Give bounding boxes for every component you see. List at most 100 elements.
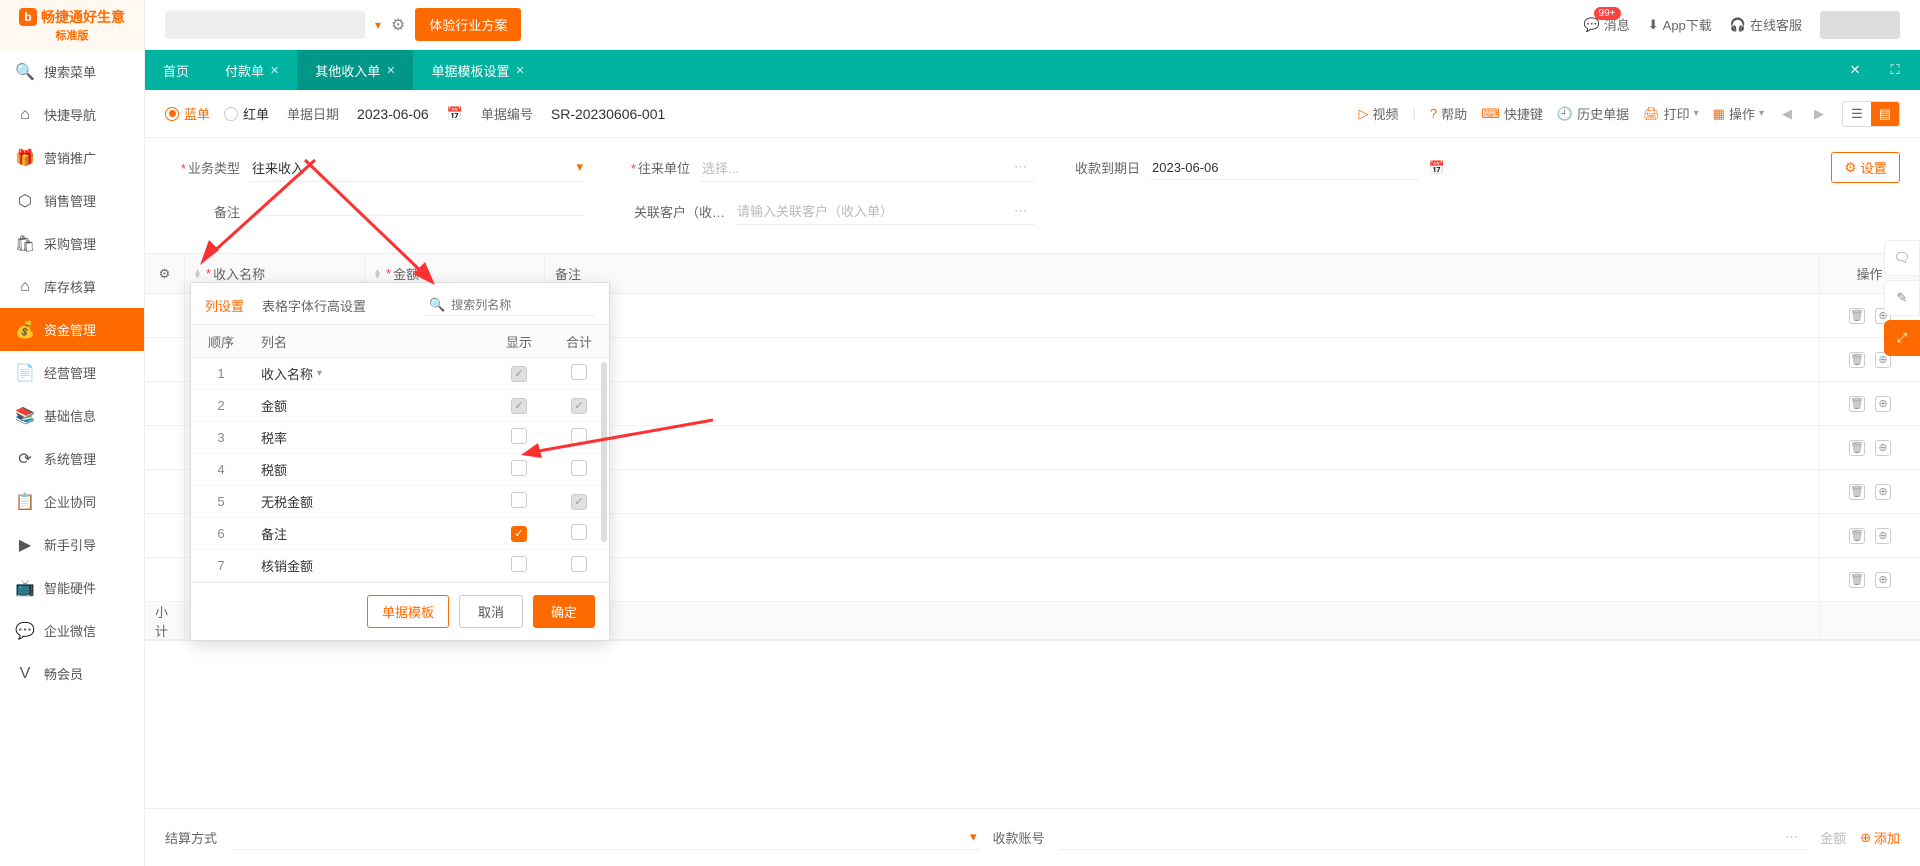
account-select[interactable]: ⋯ [1059,825,1807,850]
copy-icon[interactable]: ⊕ [1875,572,1891,588]
user-avatar[interactable] [1820,11,1900,39]
gear-icon[interactable]: ⚙ [391,15,405,35]
delete-icon[interactable]: 🗑 [1849,440,1865,456]
edit-tool-icon[interactable]: ✎ [1884,280,1920,316]
expand-tool-icon[interactable]: ⤢ [1884,320,1920,356]
biz-type-select[interactable]: 往来收入 ▾ [250,154,585,182]
checkbox[interactable] [511,460,527,476]
sidebar-item[interactable]: ⟳系统管理 [0,437,144,480]
col-tab-columns[interactable]: 列设置 [205,296,244,315]
checkbox[interactable] [511,526,527,542]
related-customer-input[interactable]: 请输入关联客户（收入单） ⋯ [735,197,1035,225]
tab[interactable]: 其他收入单✕ [297,50,413,90]
checkbox[interactable] [511,366,527,382]
close-icon[interactable]: ✕ [270,64,279,77]
cancel-button[interactable]: 取消 [459,595,523,628]
video-button[interactable]: ▷视频 [1358,104,1398,123]
calendar-icon[interactable]: 📅 [1429,160,1445,176]
due-date-input[interactable]: 2023-06-06 [1150,156,1419,180]
next-arrow-icon[interactable]: ▶ [1810,106,1828,122]
more-icon[interactable]: ⋯ [1008,203,1033,219]
template-button[interactable]: 单据模板 [367,595,449,628]
sidebar-item[interactable]: 🔍搜索菜单 [0,50,144,93]
scrollbar[interactable] [601,362,607,542]
delete-icon[interactable]: 🗑 [1849,308,1865,324]
operate-button[interactable]: ▦操作▾ [1713,104,1764,123]
col-tab-font[interactable]: 表格字体行高设置 [262,296,366,315]
checkbox[interactable] [571,460,587,476]
counterparty-select[interactable]: 选择... ⋯ [700,154,1035,182]
experience-button[interactable]: 体验行业方案 [415,8,521,41]
shortcut-button[interactable]: ⌨快捷键 [1481,104,1543,123]
online-service-button[interactable]: 🎧 在线客服 [1730,15,1802,34]
messages-button[interactable]: 💬 消息 99+ [1584,15,1630,34]
column-settings-button[interactable]: ⚙ [145,254,185,293]
close-tab-button[interactable]: ✕ [1840,55,1870,85]
add-button[interactable]: ⊕添加 [1860,828,1900,847]
print-button[interactable]: 🖨打印▾ [1643,104,1699,123]
history-button[interactable]: 🕘历史单据 [1557,104,1629,123]
fullscreen-icon[interactable]: ⛶ [1880,55,1910,85]
column-header-note[interactable]: 备注 [545,254,1820,293]
prev-arrow-icon[interactable]: ◀ [1778,106,1796,122]
close-icon[interactable]: ✕ [516,64,525,77]
tab[interactable]: 单据模板设置✕ [413,50,542,90]
note-tool-icon[interactable]: 🗨 [1884,240,1920,276]
col-setting-row: 5无税金额 [191,486,609,518]
delete-icon[interactable]: 🗑 [1849,396,1865,412]
more-icon[interactable]: ⋯ [1779,829,1804,845]
delete-icon[interactable]: 🗑 [1849,528,1865,544]
checkbox[interactable] [571,556,587,572]
radio-red[interactable]: 红单 [224,104,269,123]
note-input[interactable] [250,207,585,216]
sidebar-item[interactable]: ⬡销售管理 [0,179,144,222]
col-search-input[interactable]: 🔍 [425,295,595,316]
sidebar-item[interactable]: 🛍采购管理 [0,222,144,265]
sidebar-item[interactable]: 📋企业协同 [0,480,144,523]
checkbox[interactable] [571,428,587,444]
view-list-icon[interactable]: ☰ [1843,102,1871,126]
download-icon: ⬇ [1648,17,1659,33]
checkbox[interactable] [571,398,587,414]
sidebar-item[interactable]: ▶新手引导 [0,523,144,566]
org-selector[interactable] [165,11,365,39]
copy-icon[interactable]: ⊕ [1875,440,1891,456]
checkbox[interactable] [571,494,587,510]
copy-icon[interactable]: ⊕ [1875,396,1891,412]
chevron-down-icon[interactable]: ▾ [375,18,381,32]
sidebar-item[interactable]: 📄经营管理 [0,351,144,394]
delete-icon[interactable]: 🗑 [1849,572,1865,588]
close-icon[interactable]: ✕ [386,64,395,77]
calendar-icon[interactable]: 📅 [447,106,463,122]
date-value[interactable]: 2023-06-06 [357,106,429,122]
sidebar-item[interactable]: ⌂库存核算 [0,265,144,308]
delete-icon[interactable]: 🗑 [1849,484,1865,500]
more-icon[interactable]: ⋯ [1008,159,1033,175]
checkbox[interactable] [571,524,587,540]
sidebar-item[interactable]: ⌂快捷导航 [0,93,144,136]
view-detail-icon[interactable]: ▤ [1871,102,1899,126]
checkbox[interactable] [511,556,527,572]
checkbox[interactable] [511,492,527,508]
checkbox[interactable] [571,364,587,380]
tab[interactable]: 首页 [145,50,207,90]
help-button[interactable]: ?帮助 [1430,104,1467,123]
delete-icon[interactable]: 🗑 [1849,352,1865,368]
sidebar-item[interactable]: 💰资金管理 [0,308,144,351]
settings-button[interactable]: ⚙设置 [1831,152,1900,183]
confirm-button[interactable]: 确定 [533,595,595,628]
chevron-down-icon[interactable]: ▾ [317,368,322,379]
settle-method-select[interactable]: ▾ [231,825,979,850]
sidebar-item[interactable]: 💬企业微信 [0,609,144,652]
app-download-button[interactable]: ⬇ App下载 [1648,15,1712,34]
copy-icon[interactable]: ⊕ [1875,528,1891,544]
sidebar-item[interactable]: 📚基础信息 [0,394,144,437]
copy-icon[interactable]: ⊕ [1875,484,1891,500]
sidebar-item[interactable]: 📺智能硬件 [0,566,144,609]
sidebar-item[interactable]: V畅会员 [0,652,144,695]
radio-blue[interactable]: 蓝单 [165,104,210,123]
sidebar-item[interactable]: 🎁营销推广 [0,136,144,179]
checkbox[interactable] [511,428,527,444]
checkbox[interactable] [511,398,527,414]
tab[interactable]: 付款单✕ [207,50,297,90]
